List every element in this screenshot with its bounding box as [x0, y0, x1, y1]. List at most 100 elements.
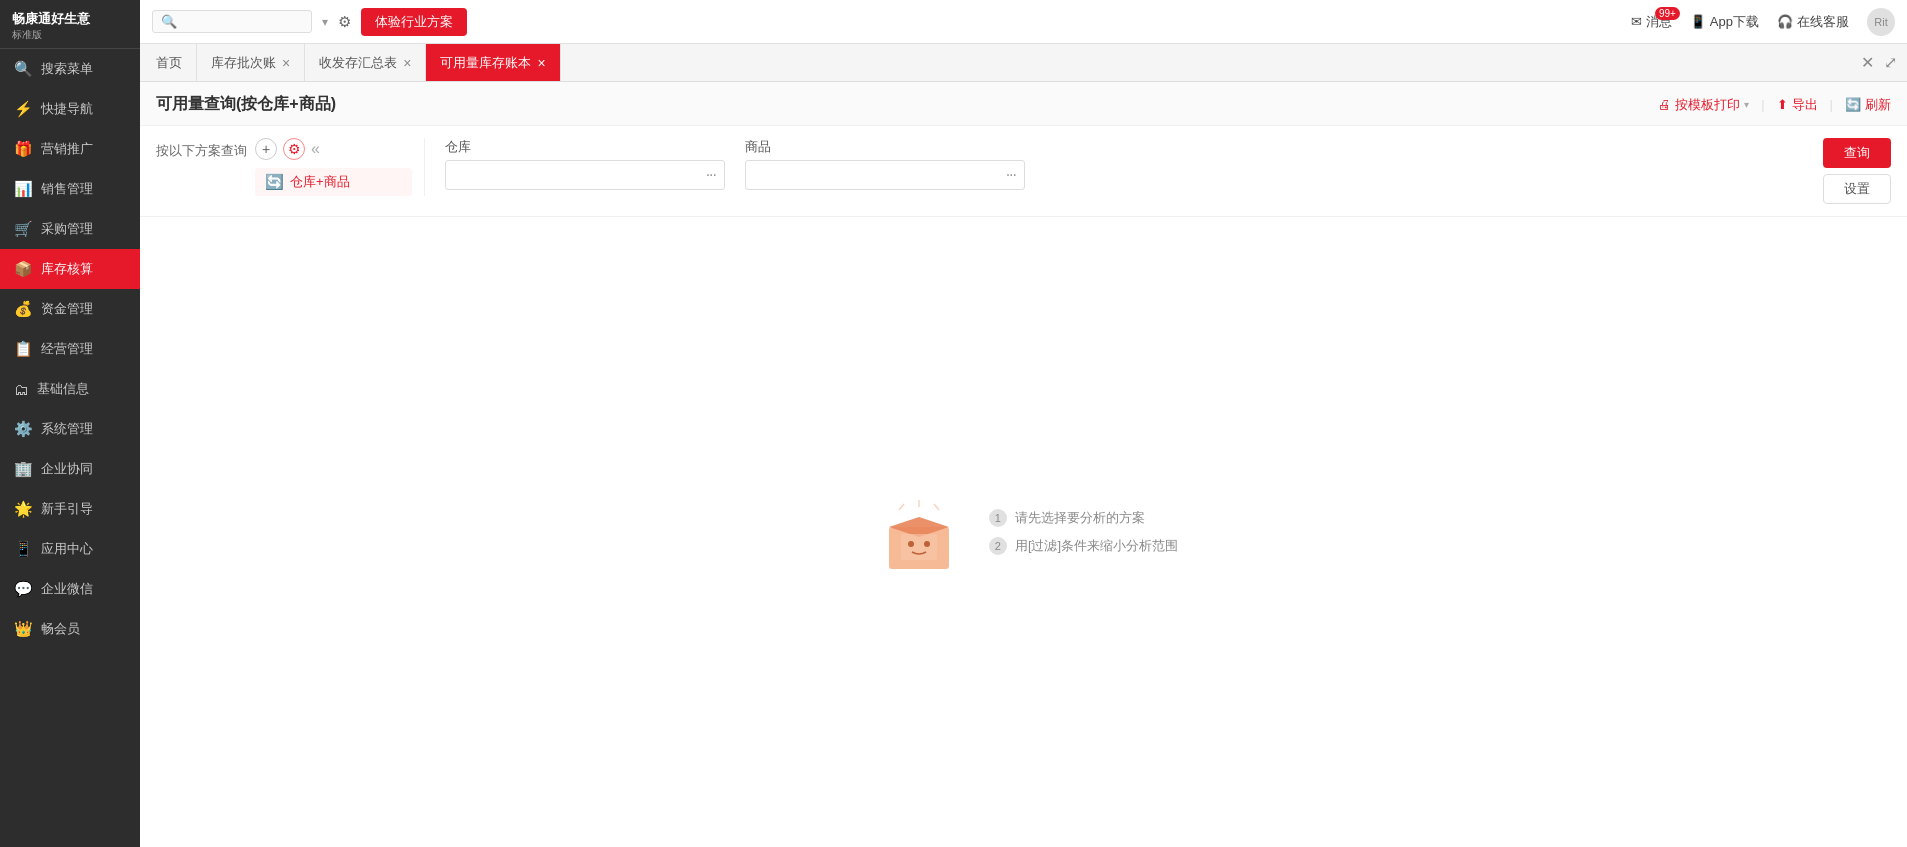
sidebar-item-guide[interactable]: 🌟 新手引导 [0, 489, 140, 529]
page-title: 可用量查询(按仓库+商品) [156, 94, 336, 115]
empty-illustration [869, 482, 969, 582]
product-input[interactable] [754, 168, 1002, 183]
empty-text: 1 请先选择要分析的方案 2 用[过滤]条件来缩小分析范围 [989, 509, 1178, 555]
empty-wrapper: 1 请先选择要分析的方案 2 用[过滤]条件来缩小分析范围 [869, 482, 1178, 582]
hint-num-1: 1 [989, 509, 1007, 527]
sidebar-item-enterprise[interactable]: 🏢 企业协同 [0, 449, 140, 489]
query-button[interactable]: 查询 [1823, 138, 1891, 168]
print-icon: 🖨 [1658, 97, 1671, 112]
sidebar-item-label: 系统管理 [41, 420, 93, 438]
sidebar-item-quick-nav[interactable]: ⚡ 快捷导航 [0, 89, 140, 129]
sidebar-item-search[interactable]: 🔍 搜索菜单 [0, 49, 140, 89]
purchase-icon: 🛒 [14, 220, 33, 238]
print-chevron-icon[interactable]: ▾ [1744, 99, 1749, 110]
sidebar-item-sales[interactable]: 📊 销售管理 [0, 169, 140, 209]
sidebar-item-label: 营销推广 [41, 140, 93, 158]
print-button[interactable]: 🖨 按模板打印 ▾ [1658, 96, 1749, 114]
tab-stock-summary-close[interactable]: × [403, 56, 411, 70]
app-download-icon: 📱 [1690, 14, 1706, 29]
trial-button[interactable]: 体验行业方案 [361, 8, 467, 36]
sidebar-item-label: 销售管理 [41, 180, 93, 198]
hint-text-2: 用[过滤]条件来缩小分析范围 [1015, 537, 1178, 555]
refresh-label: 刷新 [1865, 96, 1891, 114]
tab-batch-ledger[interactable]: 库存批次账 × [197, 44, 305, 81]
sidebar-item-business[interactable]: 📋 经营管理 [0, 329, 140, 369]
online-service-button[interactable]: 🎧 在线客服 [1777, 13, 1849, 31]
export-button[interactable]: ⬆ 导出 [1777, 96, 1818, 114]
svg-rect-2 [901, 534, 937, 560]
inventory-icon: 📦 [14, 260, 33, 278]
tab-available-ledger-close[interactable]: × [537, 56, 545, 70]
topbar-search-box[interactable]: 🔍 [152, 10, 312, 33]
topbar-chevron-icon[interactable]: ▾ [322, 15, 328, 29]
user-menu[interactable]: Rit [1867, 8, 1895, 36]
sidebar-item-system[interactable]: ⚙️ 系统管理 [0, 409, 140, 449]
page-content: 可用量查询(按仓库+商品) 🖨 按模板打印 ▾ | ⬆ 导出 | 🔄 刷新 [140, 82, 1907, 847]
quick-nav-icon: ⚡ [14, 100, 33, 118]
sidebar-item-label: 搜索菜单 [41, 60, 93, 78]
sidebar-item-label: 新手引导 [41, 500, 93, 518]
product-field-label: 商品 [745, 138, 1025, 156]
main-area: 🔍 ▾ ⚙ 体验行业方案 ✉ 消息 99+ 📱 App下载 🎧 在线客服 Rit [140, 0, 1907, 847]
filter-scheme-panel: + ⚙ « 🔄 仓库+商品 [255, 138, 425, 196]
sidebar-item-label: 企业协同 [41, 460, 93, 478]
empty-hint-2: 2 用[过滤]条件来缩小分析范围 [989, 537, 1178, 555]
sidebar-item-finance[interactable]: 💰 资金管理 [0, 289, 140, 329]
app-download-button[interactable]: 📱 App下载 [1690, 13, 1759, 31]
settings-button[interactable]: 设置 [1823, 174, 1891, 204]
tab-stock-summary[interactable]: 收发存汇总表 × [305, 44, 426, 81]
scheme-settings-button[interactable]: ⚙ [283, 138, 305, 160]
topbar-gear-icon[interactable]: ⚙ [338, 13, 351, 31]
warehouse-more-icon[interactable]: ··· [706, 166, 716, 184]
topbar-search-input[interactable] [181, 15, 281, 29]
tab-available-ledger[interactable]: 可用量库存账本 × [426, 44, 560, 81]
sidebar-item-wechat[interactable]: 💬 企业微信 [0, 569, 140, 609]
sales-icon: 📊 [14, 180, 33, 198]
message-button[interactable]: ✉ 消息 99+ [1631, 13, 1672, 31]
finance-icon: 💰 [14, 300, 33, 318]
sidebar-item-member[interactable]: 👑 畅会员 [0, 609, 140, 649]
sidebar-item-basic-info[interactable]: 🗂 基础信息 [0, 369, 140, 409]
tab-home[interactable]: 首页 [140, 44, 197, 81]
member-icon: 👑 [14, 620, 33, 638]
sidebar-item-app-center[interactable]: 📱 应用中心 [0, 529, 140, 569]
scheme-warehouse-product[interactable]: 🔄 仓库+商品 [255, 168, 412, 196]
refresh-icon: 🔄 [1845, 97, 1861, 112]
product-filter-field: 商品 ··· [745, 138, 1025, 190]
warehouse-input[interactable] [454, 168, 702, 183]
warehouse-filter-field: 仓库 ··· [445, 138, 725, 190]
message-icon: ✉ [1631, 14, 1642, 29]
tab-close-all-icon[interactable]: ✕ [1861, 53, 1874, 72]
topbar: 🔍 ▾ ⚙ 体验行业方案 ✉ 消息 99+ 📱 App下载 🎧 在线客服 Rit [140, 0, 1907, 44]
sidebar-item-label: 应用中心 [41, 540, 93, 558]
tab-batch-ledger-close[interactable]: × [282, 56, 290, 70]
system-icon: ⚙️ [14, 420, 33, 438]
scheme-collapse-icon[interactable]: « [311, 140, 320, 158]
filter-label: 按以下方案查询 [156, 138, 247, 160]
sidebar-item-marketing[interactable]: 🎁 营销推广 [0, 129, 140, 169]
sidebar-item-label: 快捷导航 [41, 100, 93, 118]
sidebar-item-inventory[interactable]: 📦 库存核算 [0, 249, 140, 289]
page-header-actions: 🖨 按模板打印 ▾ | ⬆ 导出 | 🔄 刷新 [1658, 96, 1891, 114]
search-icon: 🔍 [161, 14, 177, 29]
app-logo: 畅康通好生意 标准版 [0, 0, 140, 49]
app-download-label: App下载 [1710, 13, 1759, 31]
hint-text-1: 请先选择要分析的方案 [1015, 509, 1145, 527]
sidebar-item-purchase[interactable]: 🛒 采购管理 [0, 209, 140, 249]
svg-line-7 [934, 504, 939, 510]
add-scheme-button[interactable]: + [255, 138, 277, 160]
marketing-icon: 🎁 [14, 140, 33, 158]
refresh-button[interactable]: 🔄 刷新 [1845, 96, 1891, 114]
scheme-header: + ⚙ « [255, 138, 412, 160]
sidebar: 畅康通好生意 标准版 🔍 搜索菜单 ⚡ 快捷导航 🎁 营销推广 📊 销售管理 🛒… [0, 0, 140, 847]
tab-expand-icon[interactable]: ⤢ [1884, 53, 1897, 72]
empty-svg [869, 482, 969, 582]
hint-num-2: 2 [989, 537, 1007, 555]
product-more-icon[interactable]: ··· [1006, 166, 1016, 184]
empty-hint-1: 1 请先选择要分析的方案 [989, 509, 1178, 527]
page-header: 可用量查询(按仓库+商品) 🖨 按模板打印 ▾ | ⬆ 导出 | 🔄 刷新 [140, 82, 1907, 126]
tabbar: 首页 库存批次账 × 收发存汇总表 × 可用量库存账本 × ✕ ⤢ [140, 44, 1907, 82]
warehouse-field-label: 仓库 [445, 138, 725, 156]
sidebar-item-label: 基础信息 [37, 380, 89, 398]
tab-window-controls: ✕ ⤢ [1851, 53, 1907, 72]
